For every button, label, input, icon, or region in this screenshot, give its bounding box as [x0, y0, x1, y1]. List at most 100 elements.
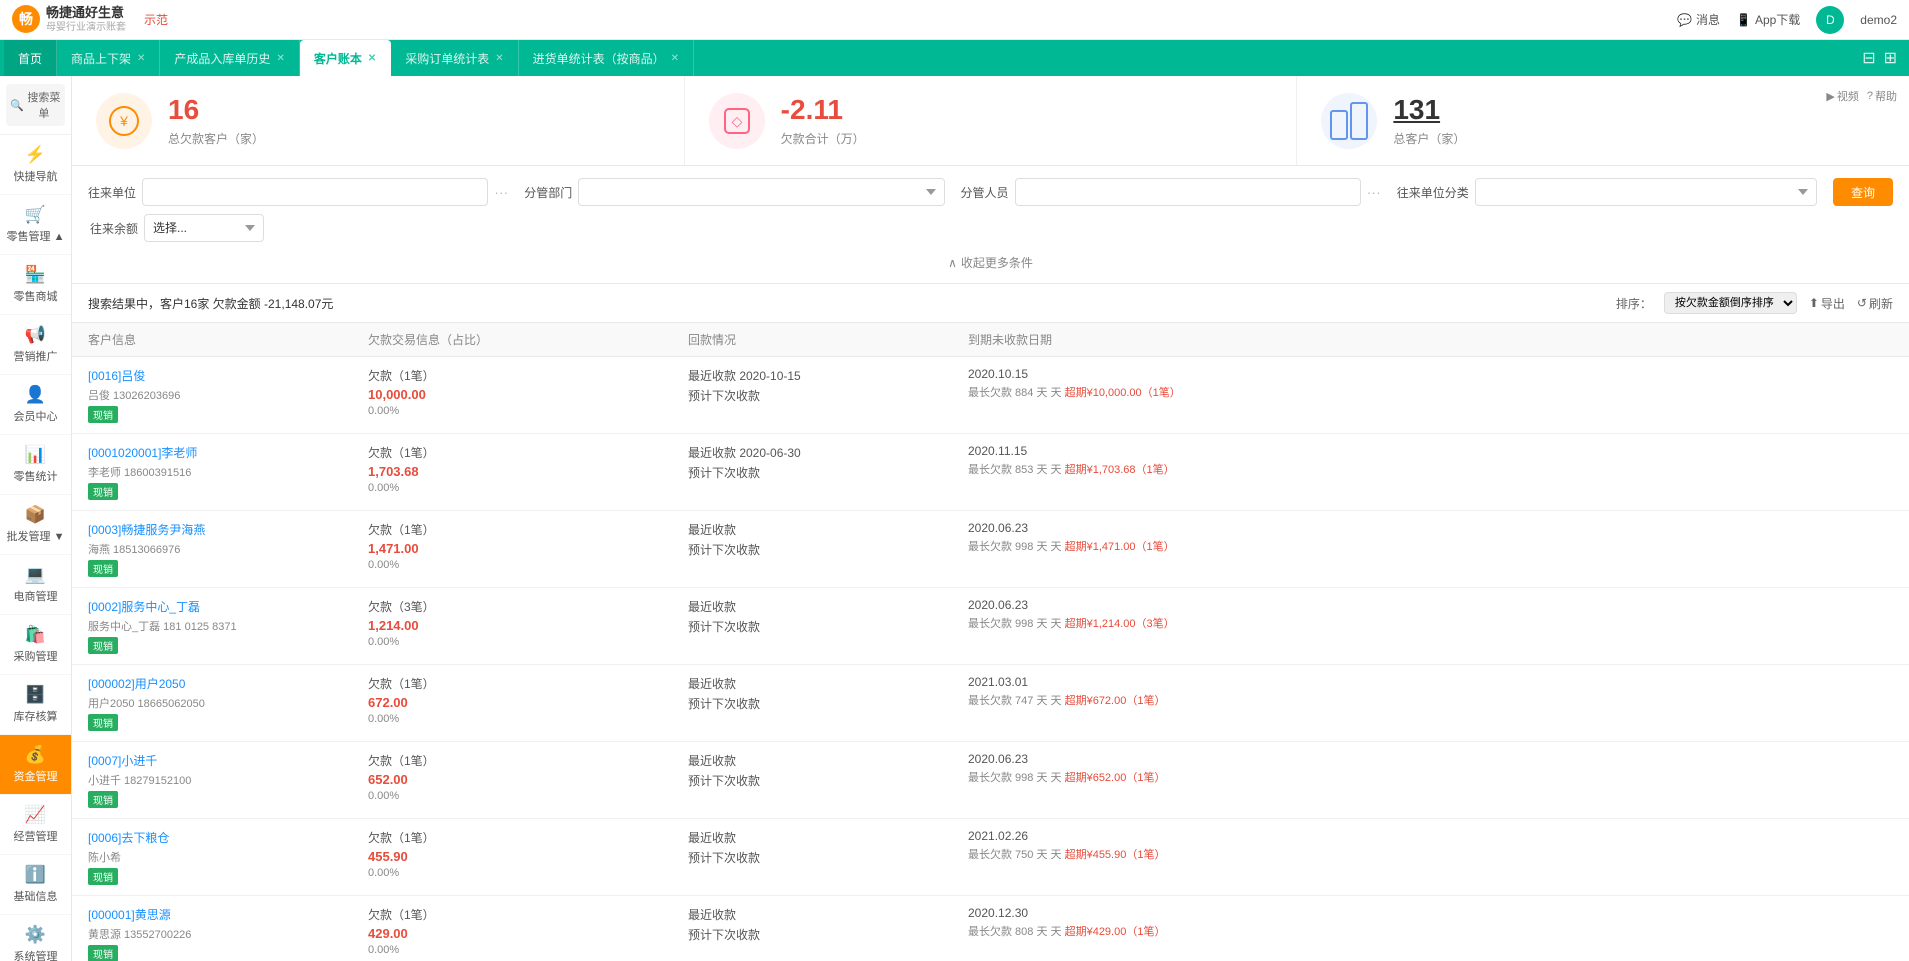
customer-name-0[interactable]: [0016]吕俊 [88, 367, 368, 384]
overdue-days-4: 最长欠款 747 天 天 超期¥672.00（1笔） [968, 692, 1893, 708]
tab-inbound-stats[interactable]: 进货单统计表（按商品） ✕ [519, 40, 694, 76]
debt-info-2: 欠款（1笔） 1,471.00 0.00% [368, 521, 688, 571]
tab-products[interactable]: 商品上下架 ✕ [57, 40, 160, 76]
overdue-info-7: 2020.12.30 最长欠款 808 天 天 超期¥429.00（1笔） [968, 906, 1893, 939]
tab-home-label: 首页 [18, 50, 42, 67]
sidebar-item-wholesale[interactable]: 📦 批发管理 ▼ [0, 495, 71, 555]
tab-purchase-orders[interactable]: 采购订单统计表 ✕ [391, 40, 518, 76]
overdue-link-7[interactable]: 超期¥429.00（1笔） [1065, 926, 1166, 938]
sidebar-item-ecommerce[interactable]: 💻 电商管理 [0, 555, 71, 615]
debt-amount-4[interactable]: 672.00 [368, 695, 688, 710]
sidebar-item-marketing[interactable]: 📢 营销推广 [0, 315, 71, 375]
stat-card3-info: 131 总客户（家） [1393, 94, 1465, 147]
customer-name-6[interactable]: [0006]去下粮仓 [88, 829, 368, 846]
overdue-link-6[interactable]: 超期¥455.90（1笔） [1065, 849, 1166, 861]
user-name[interactable]: demo2 [1860, 13, 1897, 27]
customer-name-7[interactable]: [000001]黄思源 [88, 906, 368, 923]
table-row: [0001020001]李老师 李老师 18600391516 现销 欠款（1笔… [72, 434, 1909, 511]
customer-tag-5: 现销 [88, 791, 118, 808]
filter-row-1: 往来单位 ··· 分管部门 分管人员 ··· 往来单位分类 [88, 178, 1893, 206]
operations-label: 经营管理 [14, 828, 58, 844]
last-collect-4: 最近收款 [688, 675, 968, 692]
sidebar-item-quick-nav[interactable]: ⚡ 快捷导航 [0, 135, 71, 195]
debt-amount-3[interactable]: 1,214.00 [368, 618, 688, 633]
customer-tag-4: 现销 [88, 714, 118, 731]
tab-collapse-button[interactable]: ⊟ [1862, 48, 1875, 68]
sidebar-item-purchase[interactable]: 🛍️ 采购管理 [0, 615, 71, 675]
tab-accounts[interactable]: 客户账本 ✕ [300, 40, 391, 76]
customer-info-6: [0006]去下粮仓 陈小希 现销 [88, 829, 368, 885]
overdue-date-4: 2021.03.01 [968, 675, 1893, 689]
debt-amount-2[interactable]: 1,471.00 [368, 541, 688, 556]
sidebar-item-operations[interactable]: 📈 经营管理 [0, 795, 71, 855]
next-collect-5: 预计下次收款 [688, 772, 968, 789]
sidebar-search-button[interactable]: 🔍 搜索菜单 [6, 84, 65, 126]
sidebar-item-retail-mgmt[interactable]: 🛒 零售管理 ▲ [0, 195, 71, 255]
customer-name-1[interactable]: [0001020001]李老师 [88, 444, 368, 461]
filter-manager-input[interactable] [1015, 178, 1361, 206]
nav-home-link[interactable]: 示范 [144, 11, 168, 28]
tab-expand-button[interactable]: ⊞ [1884, 48, 1897, 68]
sidebar-item-retail-stats[interactable]: 📊 零售统计 [0, 435, 71, 495]
collapse-button[interactable]: ∧ 收起更多条件 [88, 250, 1893, 275]
overdue-link-1[interactable]: 超期¥1,703.68（1笔） [1065, 464, 1175, 476]
tab-inbound-stats-close[interactable]: ✕ [671, 53, 679, 64]
message-button[interactable]: 💬 消息 [1677, 11, 1720, 28]
overdue-info-2: 2020.06.23 最长欠款 998 天 天 超期¥1,471.00（1笔） [968, 521, 1893, 554]
customer-info-2: [0003]畅捷服务尹海燕 海燕 18513066976 现销 [88, 521, 368, 577]
overdue-link-5[interactable]: 超期¥652.00（1笔） [1065, 772, 1166, 784]
sidebar-item-system[interactable]: ⚙️ 系统管理 [0, 915, 71, 961]
stat-owed-total-number: -2.11 [781, 94, 865, 126]
overdue-link-3[interactable]: 超期¥1,214.00（3笔） [1065, 618, 1175, 630]
filter-unit-class-select[interactable] [1475, 178, 1817, 206]
filter-dept-select[interactable] [578, 178, 944, 206]
refresh-button[interactable]: ↺ 刷新 [1857, 295, 1893, 312]
customer-phone-3: 服务中心_丁磊 181 0125 8371 [88, 618, 368, 634]
filter-customer-unit-input[interactable] [142, 178, 488, 206]
customer-name-5[interactable]: [0007]小进千 [88, 752, 368, 769]
debt-amount-0[interactable]: 10,000.00 [368, 387, 688, 402]
app-download-button[interactable]: 📱 App下载 [1736, 11, 1800, 28]
filter-balance-select[interactable]: 选择... [144, 214, 264, 242]
search-button[interactable]: 查询 [1833, 178, 1893, 206]
customer-name-2[interactable]: [0003]畅捷服务尹海燕 [88, 521, 368, 538]
customer-phone-4: 用户2050 18665062050 [88, 695, 368, 711]
overdue-link-4[interactable]: 超期¥672.00（1笔） [1065, 695, 1166, 707]
video-button[interactable]: ▶ 视频 [1826, 88, 1858, 104]
debt-info-5: 欠款（1笔） 652.00 0.00% [368, 752, 688, 802]
overdue-link-0[interactable]: 超期¥10,000.00（1笔） [1065, 387, 1181, 399]
tab-accounts-close[interactable]: ✕ [368, 53, 376, 64]
debt-label-7: 欠款（1笔） [368, 906, 688, 923]
sidebar-item-retail-mall[interactable]: 🏪 零售商城 [0, 255, 71, 315]
base-info-label: 基础信息 [14, 888, 58, 904]
debt-amount-5[interactable]: 652.00 [368, 772, 688, 787]
tab-inbound-close[interactable]: ✕ [276, 53, 284, 64]
sidebar-item-base-info[interactable]: ℹ️ 基础信息 [0, 855, 71, 915]
stat-card2-icon: ◇ [709, 93, 765, 149]
sidebar-item-inventory[interactable]: 🗄️ 库存核算 [0, 675, 71, 735]
overdue-date-6: 2021.02.26 [968, 829, 1893, 843]
help-button[interactable]: ? 帮助 [1867, 88, 1897, 104]
avatar[interactable]: D [1816, 6, 1844, 34]
collection-info-6: 最近收款 预计下次收款 [688, 829, 968, 869]
customer-name-3[interactable]: [0002]服务中心_丁磊 [88, 598, 368, 615]
export-button[interactable]: ⬆ 导出 [1809, 295, 1845, 312]
sort-select[interactable]: 按欠款金额倒序排序 [1664, 292, 1797, 314]
tab-inbound[interactable]: 产成品入库单历史 ✕ [160, 40, 299, 76]
tab-purchase-close[interactable]: ✕ [495, 53, 503, 64]
tab-products-close[interactable]: ✕ [137, 53, 145, 64]
collection-info-7: 最近收款 预计下次收款 [688, 906, 968, 946]
debt-amount-7[interactable]: 429.00 [368, 926, 688, 941]
sidebar-item-members[interactable]: 👤 会员中心 [0, 375, 71, 435]
table-body: [0016]吕俊 吕俊 13026203696 现销 欠款（1笔） 10,000… [72, 357, 1909, 961]
sidebar-item-finance[interactable]: 💰 资金管理 [0, 735, 71, 795]
debt-amount-6[interactable]: 455.90 [368, 849, 688, 864]
debt-amount-1[interactable]: 1,703.68 [368, 464, 688, 479]
overdue-link-2[interactable]: 超期¥1,471.00（1笔） [1065, 541, 1175, 553]
customer-tag-2: 现销 [88, 560, 118, 577]
tab-home[interactable]: 首页 [4, 40, 57, 76]
customer-name-4[interactable]: [000002]用户2050 [88, 675, 368, 692]
base-info-icon: ℹ️ [25, 865, 46, 885]
tab-bar-actions: ⊟ ⊞ [1862, 48, 1905, 68]
stat-owed-total-label: 欠款合计（万） [781, 130, 865, 147]
